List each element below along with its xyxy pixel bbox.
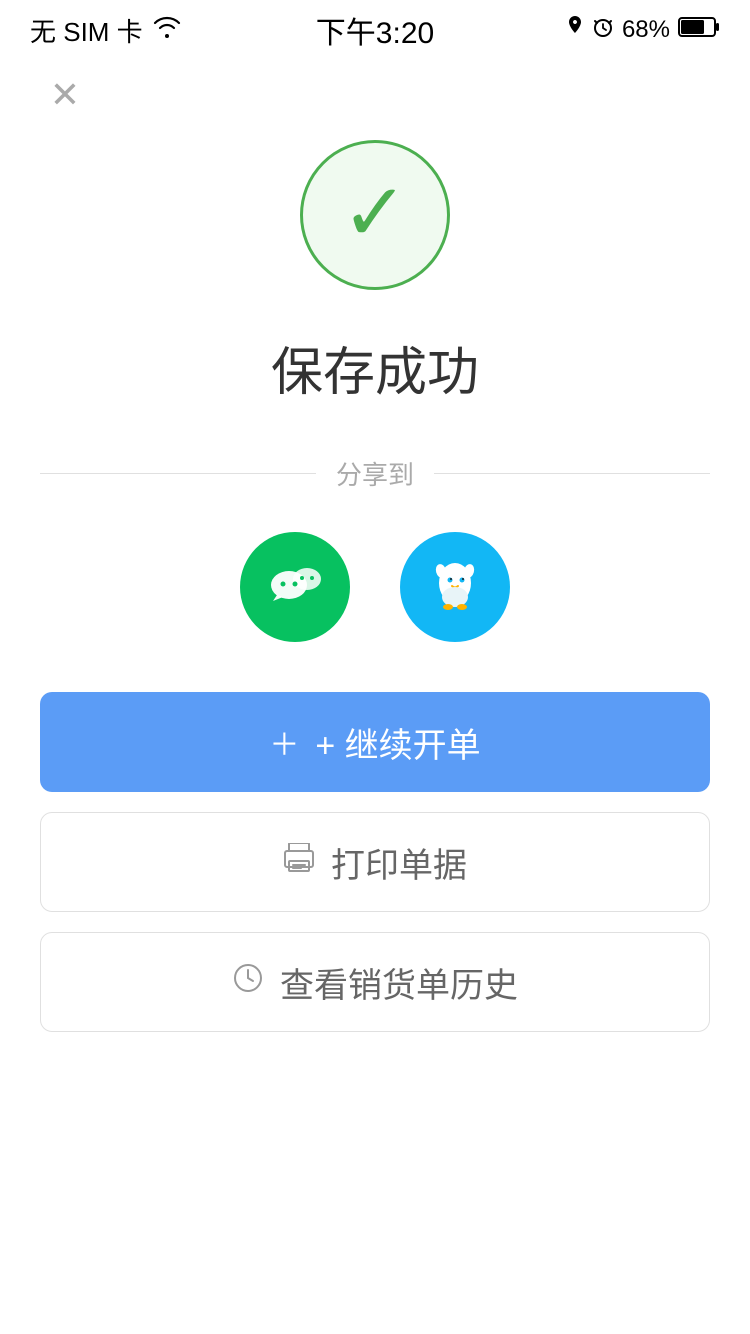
continue-button[interactable]: ＋ + 继续开单: [40, 692, 710, 792]
location-icon: [566, 16, 584, 45]
printer-icon: [283, 843, 315, 881]
main-content: ✓ 保存成功 分享到: [0, 60, 750, 1052]
wifi-icon: [153, 16, 181, 44]
qq-share-button[interactable]: [400, 532, 510, 642]
close-button[interactable]: ✕: [40, 70, 90, 120]
status-left: 无 SIM 卡: [30, 12, 181, 49]
qq-icon: [423, 555, 488, 620]
history-label: 查看销货单历史: [280, 958, 518, 1007]
history-icon: [232, 962, 264, 1002]
continue-label: + 继续开单: [315, 718, 480, 767]
action-buttons: ＋ + 继续开单 打印单据 查看销货单历史: [40, 692, 710, 1032]
share-label: 分享到: [336, 455, 414, 492]
close-icon: ✕: [50, 77, 80, 113]
status-right: 68%: [566, 16, 720, 45]
plus-icon: ＋: [269, 720, 299, 764]
carrier-text: 无 SIM 卡: [30, 12, 143, 49]
share-divider: 分享到: [40, 455, 710, 492]
success-circle: ✓: [300, 140, 450, 290]
print-label: 打印单据: [331, 838, 467, 887]
status-bar: 无 SIM 卡 下午3:20 68%: [0, 0, 750, 60]
checkmark-icon: ✓: [341, 173, 408, 253]
history-button[interactable]: 查看销货单历史: [40, 932, 710, 1032]
wechat-share-button[interactable]: [240, 532, 350, 642]
battery-percent: 68%: [622, 16, 670, 44]
share-icons: [40, 532, 710, 642]
battery-icon: [678, 16, 720, 44]
alarm-icon: [592, 16, 614, 45]
wechat-icon: [263, 555, 328, 620]
status-time: 下午3:20: [316, 8, 434, 52]
share-section: 分享到: [40, 455, 710, 642]
success-title: 保存成功: [271, 330, 479, 405]
print-button[interactable]: 打印单据: [40, 812, 710, 912]
